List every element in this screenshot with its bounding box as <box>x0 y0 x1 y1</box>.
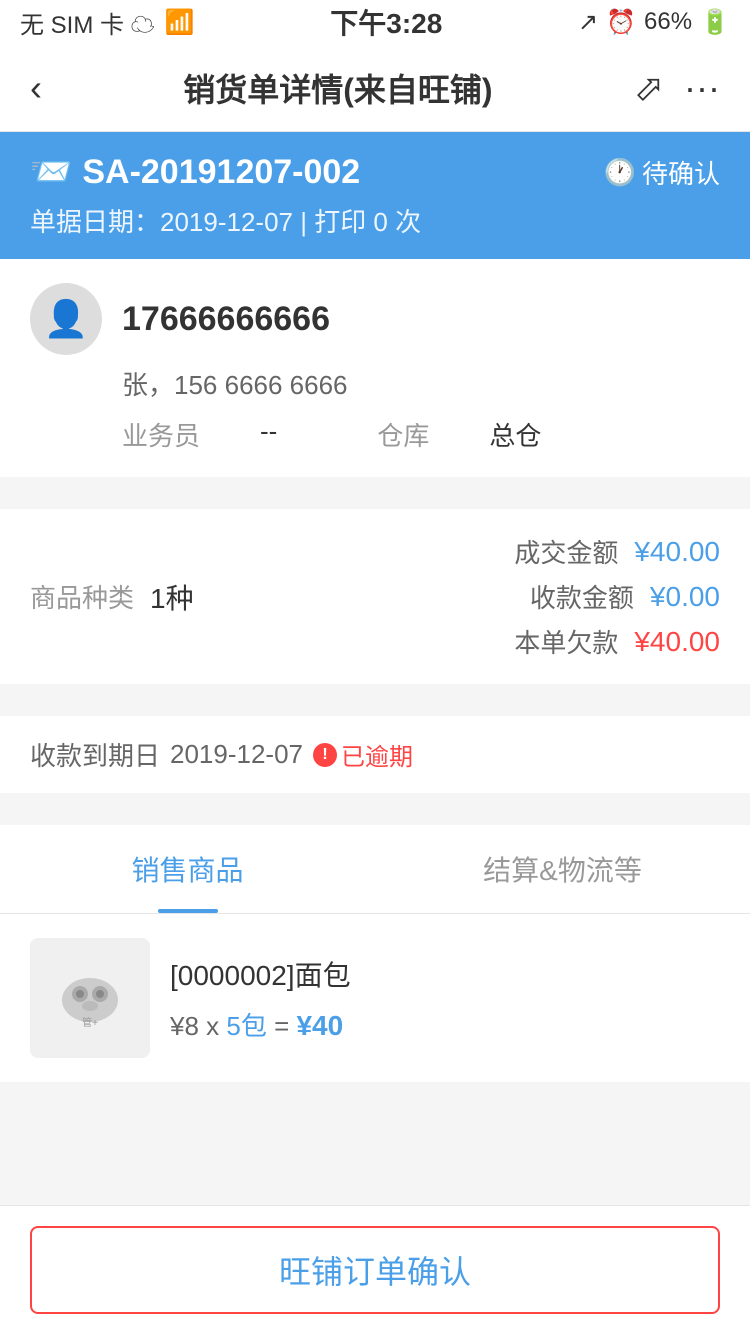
wifi-icon: 📶 <box>165 8 195 37</box>
price-separator: = <box>267 1011 297 1041</box>
status-right: ↗ ⏰ 66% 🔋 <box>578 8 730 37</box>
amount-label: 成交金额 <box>514 533 618 570</box>
stats-left: 商品种类 1种 <box>30 533 375 660</box>
tab-sales[interactable]: 销售商品 <box>0 825 375 913</box>
tabs-section: 销售商品 结算&物流等 <box>0 825 750 914</box>
battery-label: 66% <box>644 8 692 36</box>
received-label: 收款金额 <box>530 578 634 615</box>
page-title: 销货单详情(来自旺铺) <box>183 65 492 111</box>
back-button[interactable]: ‹ <box>30 67 42 109</box>
product-section: 管+ [0000002]面包 ¥8 x 5包 = ¥40 <box>0 914 750 1082</box>
divider-3 <box>0 809 750 825</box>
warehouse-label: 仓库 <box>377 416 429 453</box>
order-header-top: 📨 SA-20191207-002 🕐 待确认 <box>30 152 720 192</box>
order-date: 单据日期：2019-12-07 | 打印 0 次 <box>30 202 720 239</box>
product-name: [0000002]面包 <box>170 954 720 994</box>
avatar-icon: 👤 <box>44 298 89 340</box>
nav-bar: ‹ 销货单详情(来自旺铺) ⬀ ··· <box>0 44 750 132</box>
sales-label: 业务员 <box>122 416 200 453</box>
status-bar: 无 SIM 卡 ☁ 📶 下午3:28 ↗ ⏰ 66% 🔋 <box>0 0 750 44</box>
received-value: ¥0.00 <box>650 581 720 613</box>
price-total: ¥40 <box>296 1010 343 1041</box>
nav-actions: ⬀ ··· <box>634 67 720 109</box>
more-icon[interactable]: ··· <box>684 67 720 109</box>
battery-icon: 🔋 <box>700 8 730 37</box>
svg-text:管+: 管+ <box>82 1016 98 1028</box>
status-time: 下午3:28 <box>330 2 442 42</box>
order-status: 🕐 待确认 <box>604 154 720 191</box>
product-thumbnail: 管+ <box>30 938 150 1058</box>
order-header: 📨 SA-20191207-002 🕐 待确认 单据日期：2019-12-07 … <box>0 132 750 259</box>
overdue-badge: ! 已逾期 <box>313 737 413 772</box>
location-icon: ↗ <box>578 8 598 37</box>
customer-name: 张，156 6666 6666 <box>122 365 720 402</box>
product-info: [0000002]面包 ¥8 x 5包 = ¥40 <box>170 954 720 1043</box>
warehouse-value: 总仓 <box>489 416 541 453</box>
tabs-row: 销售商品 结算&物流等 <box>0 825 750 914</box>
overdue-icon: ! <box>313 743 337 767</box>
sales-value: -- <box>260 416 277 453</box>
divider-2 <box>0 700 750 716</box>
amount-value: ¥40.00 <box>634 536 720 568</box>
clock-icon: 🕐 <box>604 157 636 188</box>
alarm-icon: ⏰ <box>606 8 636 37</box>
received-row: 收款金额 ¥0.00 <box>530 578 720 615</box>
sim-label: 无 SIM 卡 ☁ <box>20 5 155 40</box>
amount-row: 成交金额 ¥40.00 <box>514 533 720 570</box>
due-label: 收款到期日 <box>30 736 160 773</box>
avatar: 👤 <box>30 283 102 355</box>
price-text: ¥8 x <box>170 1011 226 1041</box>
qty-value: 5包 <box>226 1011 266 1041</box>
customer-phone: 17666666666 <box>122 300 330 339</box>
customer-section: 👤 17666666666 张，156 6666 6666 业务员 -- 仓库 … <box>0 259 750 477</box>
product-item: 管+ [0000002]面包 ¥8 x 5包 = ¥40 <box>0 914 750 1082</box>
type-label: 商品种类 <box>30 578 134 615</box>
owed-row: 本单欠款 ¥40.00 <box>514 623 720 660</box>
order-number: 📨 SA-20191207-002 <box>30 152 360 192</box>
bottom-bar: 旺铺订单确认 <box>0 1205 750 1334</box>
order-box-icon: 📨 <box>30 152 72 192</box>
due-date: 2019-12-07 <box>170 739 303 770</box>
customer-meta: 业务员 -- 仓库 总仓 <box>122 416 720 453</box>
stats-section: 商品种类 1种 成交金额 ¥40.00 收款金额 ¥0.00 本单欠款 ¥40.… <box>0 509 750 684</box>
due-section: 收款到期日 2019-12-07 ! 已逾期 <box>0 716 750 793</box>
product-price: ¥8 x 5包 = ¥40 <box>170 1006 720 1043</box>
confirm-button[interactable]: 旺铺订单确认 <box>30 1226 720 1314</box>
divider-1 <box>0 493 750 509</box>
share-icon[interactable]: ⬀ <box>634 67 664 109</box>
tab-settlement[interactable]: 结算&物流等 <box>375 825 750 913</box>
type-value: 1种 <box>150 577 194 617</box>
stats-right: 成交金额 ¥40.00 收款金额 ¥0.00 本单欠款 ¥40.00 <box>375 533 720 660</box>
status-left: 无 SIM 卡 ☁ 📶 <box>20 5 195 40</box>
overdue-text: 已逾期 <box>341 737 413 772</box>
owed-value: ¥40.00 <box>634 626 720 658</box>
owed-label: 本单欠款 <box>514 623 618 660</box>
customer-row: 👤 17666666666 <box>30 283 720 355</box>
